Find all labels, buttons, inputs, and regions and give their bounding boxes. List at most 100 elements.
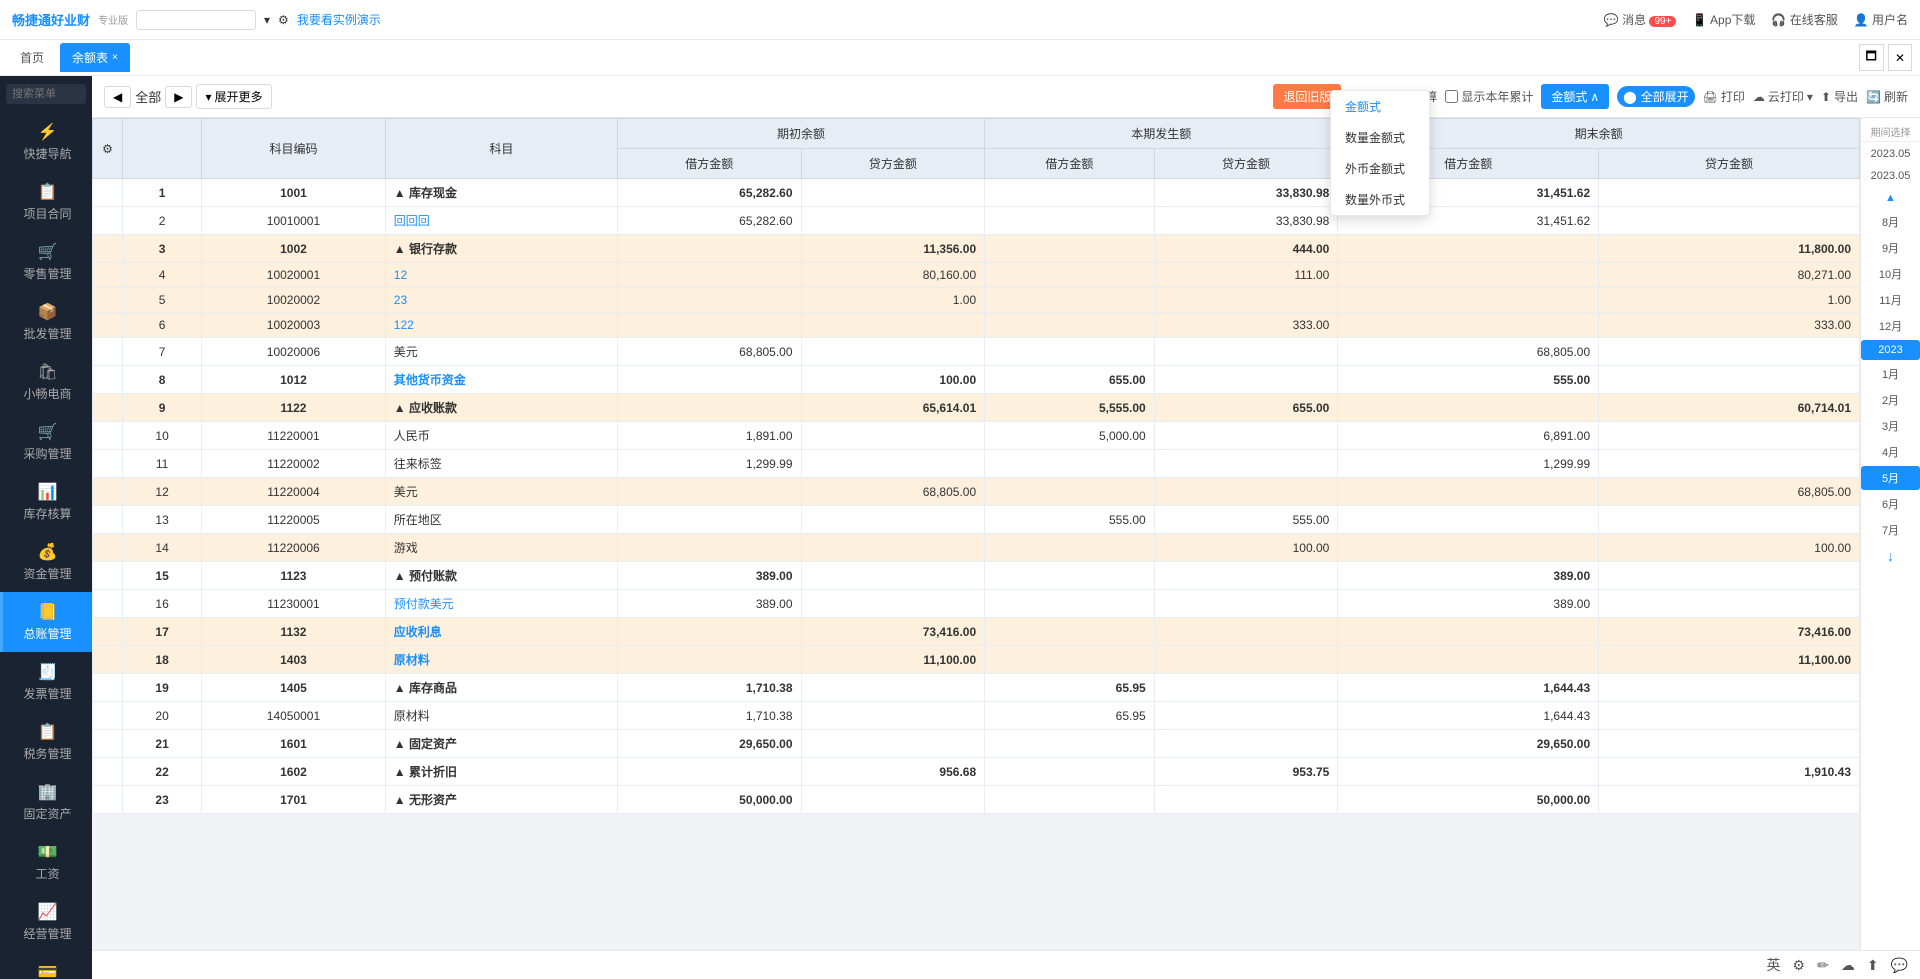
rp-7[interactable]: 7月	[1861, 518, 1920, 542]
row-subject[interactable]: 122	[385, 313, 617, 338]
rp-3[interactable]: 3月	[1861, 414, 1920, 438]
settings-icon[interactable]: ⚙	[278, 13, 289, 27]
dropdown-item-foreign[interactable]: 外币金额式	[1331, 153, 1429, 184]
sidebar-item-tax[interactable]: 📋 税务管理	[0, 712, 92, 772]
refresh-btn[interactable]: 🔄 刷新	[1866, 88, 1908, 105]
sidebar-item-wholesale[interactable]: 📦 批发管理	[0, 292, 92, 352]
row-subject[interactable]: 应收利息	[385, 618, 617, 646]
sidebar-item-salary[interactable]: 💵 工资	[0, 832, 92, 892]
show-year-checkbox[interactable]	[1445, 90, 1458, 103]
table-row: 31002▲ 银行存款11,356.00444.0011,800.00	[93, 235, 1860, 263]
rp-4[interactable]: 4月	[1861, 440, 1920, 464]
top-bar-right: 💬 消息 99+ 📱 App下载 🎧 在线客服 👤 用户名	[1604, 11, 1908, 28]
bottom-edit-icon[interactable]: ✏	[1817, 957, 1829, 974]
demo-link[interactable]: 我要看实例演示	[297, 11, 381, 28]
tab-balance-sheet[interactable]: 余额表 ×	[60, 43, 130, 72]
lang-btn[interactable]: 英	[1767, 955, 1781, 975]
style-btn[interactable]: 金额式 ∧	[1541, 84, 1609, 109]
table-main[interactable]: ⚙ 科目编码 科目 期初余额 本期发生额 期末余额 借方金额 贷方金额 借方金额	[92, 118, 1860, 950]
close-tab-icon[interactable]: ×	[112, 52, 118, 63]
sidebar-item-ecommerce[interactable]: 🛍 小畅电商	[0, 352, 92, 412]
rp-1[interactable]: 1月	[1861, 362, 1920, 386]
sidebar-item-expense[interactable]: 💳 小畅报销	[0, 952, 92, 979]
dropdown-item-qty-foreign[interactable]: 数量外币式	[1331, 184, 1429, 215]
table-row: 231701▲ 无形资产50,000.0050,000.00	[93, 786, 1860, 814]
row-subject[interactable]: 预付款美元	[385, 590, 617, 618]
sidebar-item-retail[interactable]: 🛒 零售管理	[0, 232, 92, 292]
online-service-btn[interactable]: 🎧 在线客服	[1771, 11, 1837, 28]
rp-9[interactable]: 9月	[1861, 236, 1920, 260]
credit-open: 100.00	[801, 366, 985, 394]
cloud-print-btn[interactable]: ☁ 云打印 ▾	[1753, 88, 1813, 105]
rp-2[interactable]: 2月	[1861, 388, 1920, 412]
sidebar-item-purchase[interactable]: 🛒 采购管理	[0, 412, 92, 472]
col-credit-close: 贷方金额	[1599, 149, 1860, 179]
credit-open: 80,160.00	[801, 263, 985, 288]
debit-close	[1338, 313, 1599, 338]
col-settings[interactable]: ⚙	[93, 119, 123, 179]
assets-icon: 🏢	[3, 782, 92, 802]
table-row: 610020003122333.00333.00	[93, 313, 1860, 338]
row-subject[interactable]: 回回回	[385, 207, 617, 235]
sidebar-item-label: 采购管理	[23, 447, 71, 461]
dropdown-item-qty-amount[interactable]: 数量金额式	[1331, 122, 1429, 153]
rp-expand-up[interactable]: ▲	[1861, 188, 1920, 208]
credit-close	[1599, 786, 1860, 814]
nav-prev-btn[interactable]: ◀	[104, 86, 131, 108]
app-download-btn[interactable]: 📱 App下载	[1692, 11, 1755, 28]
row-subject[interactable]: 其他货币资金	[385, 366, 617, 394]
main-layout: ⚡ 快捷导航 📋 项目合同 🛒 零售管理 📦 批发管理 🛍 小畅电商 🛒 采购管…	[0, 76, 1920, 979]
sidebar-item-quicknav[interactable]: ⚡ 快捷导航	[0, 112, 92, 172]
bottom-chat-icon[interactable]: 💬	[1891, 957, 1908, 974]
rp-2023-05a[interactable]: 2023.05	[1861, 144, 1920, 164]
credit-open: 73,416.00	[801, 618, 985, 646]
dropdown-item-amount[interactable]: 金额式	[1331, 91, 1429, 122]
row-no: 11	[123, 450, 202, 478]
sidebar-item-invoice[interactable]: 🧾 发票管理	[0, 652, 92, 712]
dropdown-arrow-icon[interactable]: ▾	[264, 13, 270, 27]
credit-open: 68,805.00	[801, 478, 985, 506]
rp-6[interactable]: 6月	[1861, 492, 1920, 516]
tab-home[interactable]: 首页	[8, 43, 56, 72]
debit-open: 65,282.60	[617, 207, 801, 235]
row-subject[interactable]: 23	[385, 288, 617, 313]
row-subject[interactable]: 原材料	[385, 646, 617, 674]
export-btn[interactable]: ⬆ 导出	[1821, 88, 1858, 105]
search-input[interactable]	[136, 10, 256, 30]
sidebar-search-input[interactable]	[6, 84, 86, 104]
row-settings	[93, 758, 123, 786]
sidebar-item-finance[interactable]: 💰 资金管理	[0, 532, 92, 592]
rp-12[interactable]: 12月	[1861, 314, 1920, 338]
sidebar-item-ledger[interactable]: 📒 总账管理	[0, 592, 92, 652]
restore-window-btn[interactable]: 🗖	[1859, 44, 1884, 71]
bottom-upload-icon[interactable]: ⬆	[1867, 957, 1879, 974]
credit-close	[1599, 207, 1860, 235]
bottom-cloud-icon[interactable]: ☁	[1841, 957, 1855, 974]
table-container: ⚙ 科目编码 科目 期初余额 本期发生额 期末余额 借方金额 贷方金额 借方金额	[92, 118, 1920, 950]
rp-8[interactable]: 8月	[1861, 210, 1920, 234]
col-credit-open: 贷方金额	[801, 149, 985, 179]
nav-next-btn[interactable]: ▶	[165, 86, 192, 108]
sidebar-item-label: 小畅电商	[23, 387, 71, 401]
bottom-settings-icon[interactable]: ⚙	[1793, 957, 1806, 974]
rp-expand-down[interactable]: ↓	[1861, 544, 1920, 568]
rp-11[interactable]: 11月	[1861, 288, 1920, 312]
rp-5[interactable]: 5月	[1861, 466, 1920, 490]
debit-close	[1338, 506, 1599, 534]
show-year-label[interactable]: 显示本年累计	[1445, 88, 1533, 105]
rp-10[interactable]: 10月	[1861, 262, 1920, 286]
credit-curr: 100.00	[1154, 534, 1338, 562]
rp-2023[interactable]: 2023	[1861, 340, 1920, 360]
close-window-btn[interactable]: ✕	[1888, 44, 1912, 71]
sidebar-item-project[interactable]: 📋 项目合同	[0, 172, 92, 232]
sidebar-item-assets[interactable]: 🏢 固定资产	[0, 772, 92, 832]
print-btn[interactable]: 🖨 打印	[1703, 88, 1745, 105]
user-avatar[interactable]: 👤 用户名	[1854, 11, 1908, 28]
sidebar-item-operations[interactable]: 📈 经营管理	[0, 892, 92, 952]
sidebar-item-inventory[interactable]: 📊 库存核算	[0, 472, 92, 532]
toggle-expand-btn[interactable]: ⬤ 全部展开	[1617, 86, 1694, 107]
rp-2023-05b[interactable]: 2023.05	[1861, 166, 1920, 186]
row-subject[interactable]: 12	[385, 263, 617, 288]
message-btn[interactable]: 💬 消息 99+	[1604, 11, 1677, 28]
expand-btn[interactable]: ▾ 展开更多	[196, 84, 271, 109]
